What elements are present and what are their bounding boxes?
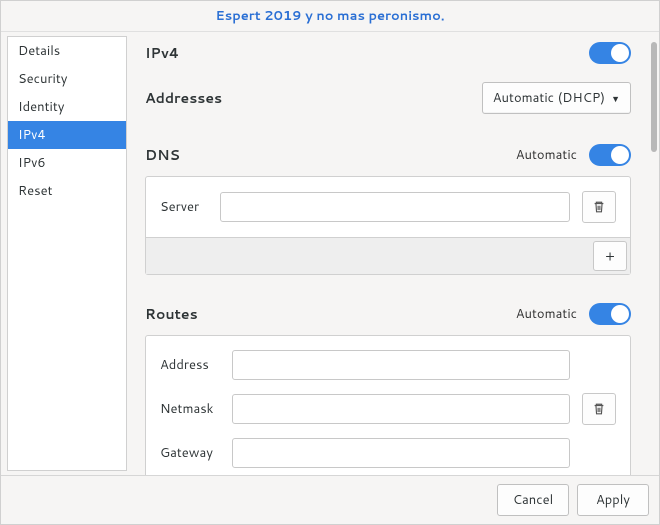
route-delete-button[interactable] — [582, 393, 616, 425]
sidebar-item-identity[interactable]: Identity — [8, 93, 126, 121]
route-netmask-label: Netmask — [160, 400, 222, 418]
route-address-label: Address — [160, 356, 222, 374]
sidebar-item-reset[interactable]: Reset — [8, 177, 126, 205]
sidebar-item-label: Reset — [18, 182, 53, 200]
route-gateway-label: Gateway — [160, 444, 222, 462]
routes-panel: Address Netmask Gateway — [145, 335, 631, 475]
sidebar-item-ipv4[interactable]: IPv4 — [8, 121, 126, 149]
sidebar-item-ipv6[interactable]: IPv6 — [8, 149, 126, 177]
dns-panel: Server + — [145, 176, 631, 275]
chevron-down-icon: ▼ — [611, 92, 620, 105]
sidebar-item-label: IPv6 — [18, 154, 46, 172]
sidebar-item-label: Security — [18, 70, 68, 88]
sidebar-item-label: Identity — [18, 98, 65, 116]
dialog-body: Details Security Identity IPv4 IPv6 Rese… — [1, 31, 659, 475]
sidebar-item-label: Details — [18, 42, 60, 60]
window-title: Espert 2019 y no mas peronismo. — [1, 1, 659, 31]
dns-auto-toggle[interactable] — [589, 144, 631, 166]
routes-heading: Routes — [145, 304, 198, 324]
sidebar-item-label: IPv4 — [18, 126, 46, 144]
dns-add-row: + — [146, 237, 630, 274]
routes-row: Routes Automatic — [145, 303, 631, 325]
plus-icon: + — [605, 246, 615, 266]
route-gateway-input[interactable] — [232, 438, 570, 468]
content-pane: IPv4 Addresses Automatic (DHCP) ▼ DNS Au… — [127, 32, 649, 475]
dns-row: DNS Automatic — [145, 144, 631, 166]
dns-heading: DNS — [145, 145, 180, 165]
addresses-row: Addresses Automatic (DHCP) ▼ — [145, 82, 631, 114]
content-wrap: IPv4 Addresses Automatic (DHCP) ▼ DNS Au… — [127, 32, 659, 475]
scrollbar[interactable] — [651, 42, 657, 152]
settings-dialog: Espert 2019 y no mas peronismo. Details … — [0, 0, 660, 525]
dns-auto-label: Automatic — [516, 146, 577, 164]
dns-server-input[interactable] — [220, 192, 570, 222]
addresses-mode-label: Automatic (DHCP) — [493, 89, 605, 107]
dns-add-button[interactable]: + — [593, 241, 627, 271]
dns-server-label: Server — [160, 198, 208, 216]
route-netmask-input[interactable] — [232, 394, 570, 424]
sidebar: Details Security Identity IPv4 IPv6 Rese… — [7, 36, 127, 471]
trash-icon — [592, 402, 606, 416]
sidebar-item-details[interactable]: Details — [8, 37, 126, 65]
routes-auto-label: Automatic — [516, 305, 577, 323]
routes-auto-toggle[interactable] — [589, 303, 631, 325]
ipv4-heading: IPv4 — [145, 43, 179, 63]
trash-icon — [592, 200, 606, 214]
cancel-button[interactable]: Cancel — [497, 484, 569, 516]
ipv4-enable-row: IPv4 — [145, 42, 631, 64]
dns-delete-button[interactable] — [582, 191, 616, 223]
route-address-input[interactable] — [232, 350, 570, 380]
dialog-footer: Cancel Apply — [1, 475, 659, 524]
addresses-mode-combo[interactable]: Automatic (DHCP) ▼ — [482, 82, 631, 114]
ipv4-toggle[interactable] — [589, 42, 631, 64]
addresses-heading: Addresses — [145, 88, 222, 108]
apply-button[interactable]: Apply — [577, 484, 649, 516]
sidebar-item-security[interactable]: Security — [8, 65, 126, 93]
